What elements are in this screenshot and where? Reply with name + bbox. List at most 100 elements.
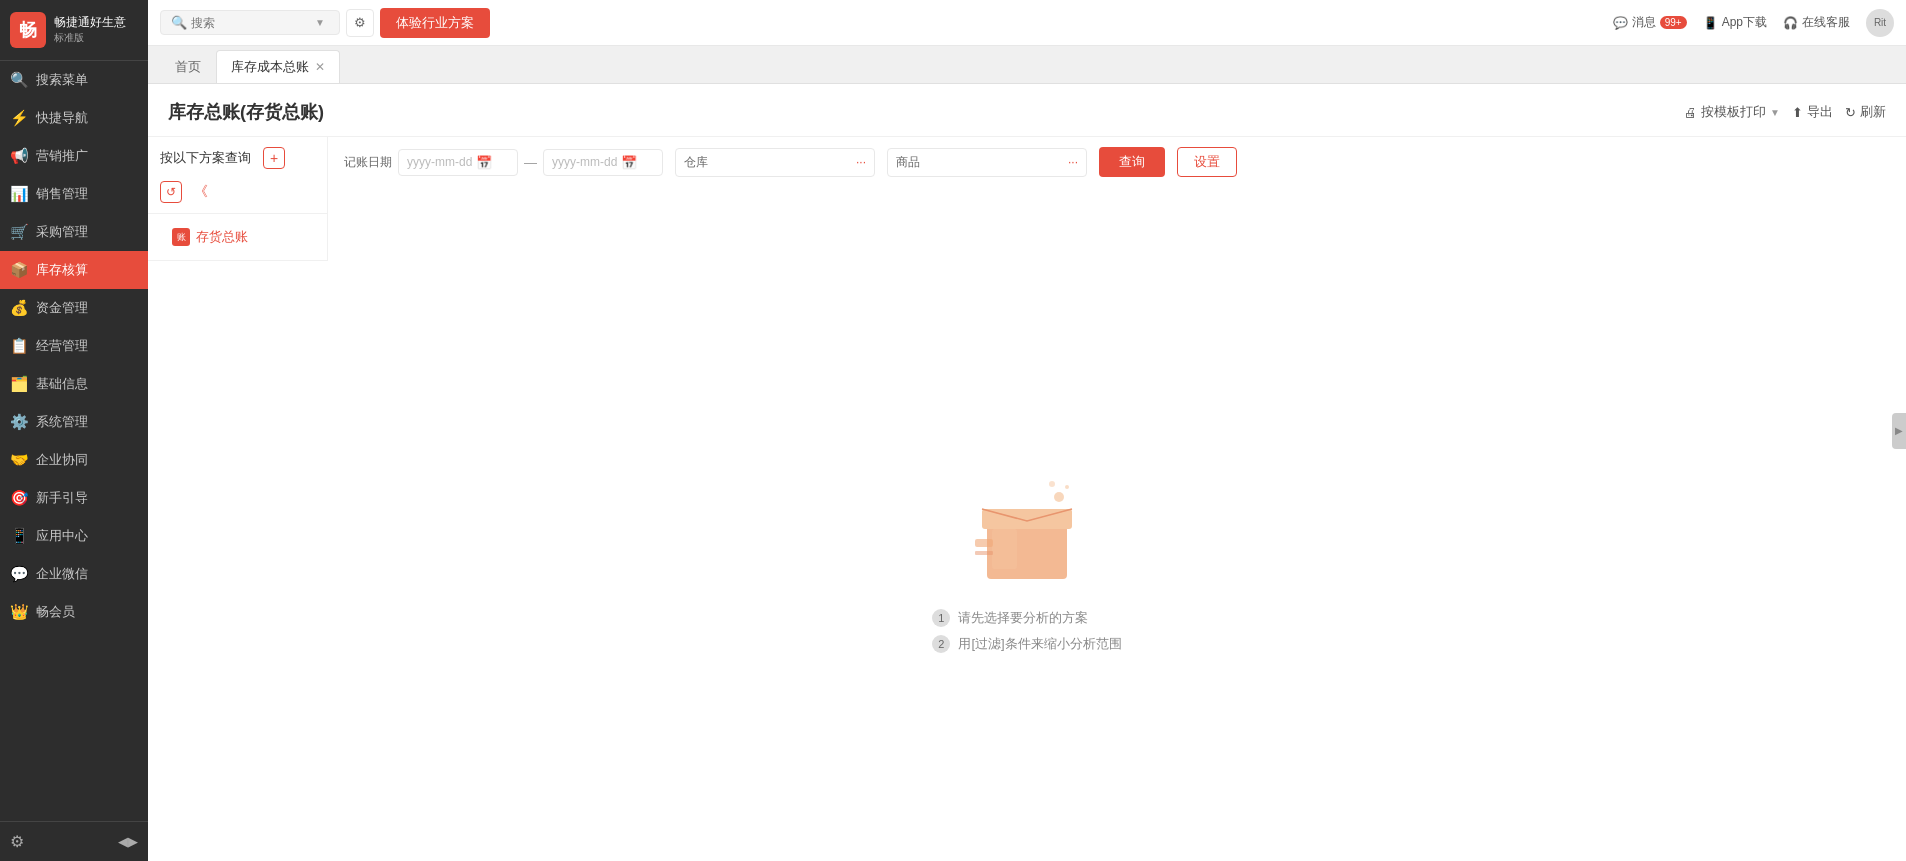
empty-state: 1 请先选择要分析的方案 2 用[过滤]条件来缩小分析范围 <box>148 261 1906 861</box>
query-button[interactable]: 查询 <box>1099 147 1165 177</box>
topbar-search-input[interactable] <box>191 16 311 30</box>
dropdown-print-icon[interactable]: ▼ <box>1770 107 1780 118</box>
lightning-icon: ⚡ <box>10 109 28 127</box>
wechat-icon: 💬 <box>10 565 28 583</box>
export-label: 导出 <box>1807 103 1833 121</box>
tip-text-1: 请先选择要分析的方案 <box>958 609 1088 627</box>
enterprise-icon: 🤝 <box>10 451 28 469</box>
dropdown-arrow-icon[interactable]: ▼ <box>315 17 325 28</box>
tip-text-2: 用[过滤]条件来缩小分析范围 <box>958 635 1121 653</box>
sidebar-item-finance[interactable]: 💰 资金管理 <box>0 289 148 327</box>
sidebar-item-label: 搜索菜单 <box>36 71 88 89</box>
sales-icon: 📊 <box>10 185 28 203</box>
export-button[interactable]: ⬆ 导出 <box>1792 103 1833 121</box>
warehouse-more-icon[interactable]: ··· <box>856 155 866 169</box>
topbar: 🔍 ▼ ⚙ 体验行业方案 💬 消息 99+ 📱 App下载 🎧 在线客服 <box>148 0 1906 46</box>
filter-fields: 记账日期 yyyy-mm-dd 📅 — yyyy-mm-dd 📅 <box>328 137 1906 261</box>
topbar-right: 💬 消息 99+ 📱 App下载 🎧 在线客服 Rit <box>1613 9 1894 37</box>
right-panel-toggle[interactable]: ▶ <box>1892 413 1906 449</box>
refresh-button[interactable]: ↻ 刷新 <box>1845 103 1886 121</box>
sidebar-item-quicknav[interactable]: ⚡ 快捷导航 <box>0 99 148 137</box>
app-download-button[interactable]: 📱 App下载 <box>1703 14 1767 31</box>
date-start-input[interactable]: yyyy-mm-dd 📅 <box>398 149 518 176</box>
sidebar-item-purchase[interactable]: 🛒 采购管理 <box>0 213 148 251</box>
date-end-input[interactable]: yyyy-mm-dd 📅 <box>543 149 663 176</box>
print-template-button[interactable]: 🖨 按模板打印 ▼ <box>1684 103 1780 121</box>
sidebar-item-label: 营销推广 <box>36 147 88 165</box>
content-area: 库存总账(存货总账) 🖨 按模板打印 ▼ ⬆ 导出 ↻ 刷新 <box>148 84 1906 861</box>
logo-badge: 标准版 <box>54 31 126 45</box>
sidebar-item-label: 库存核算 <box>36 261 88 279</box>
sidebar-item-enterprise[interactable]: 🤝 企业协同 <box>0 441 148 479</box>
operations-icon: 📋 <box>10 337 28 355</box>
calendar-end-icon: 📅 <box>621 155 637 170</box>
tab-close-icon[interactable]: ✕ <box>315 60 325 74</box>
online-service-label: 在线客服 <box>1802 14 1850 31</box>
tab-inventory-ledger[interactable]: 库存成本总账 ✕ <box>216 50 340 83</box>
guide-icon: 🎯 <box>10 489 28 507</box>
filter-label: 按以下方案查询 <box>160 149 251 167</box>
date-start-placeholder: yyyy-mm-dd <box>407 155 472 169</box>
sidebar-item-label: 畅会员 <box>36 603 75 621</box>
filter-fields-row: 记账日期 yyyy-mm-dd 📅 — yyyy-mm-dd 📅 <box>344 147 1890 177</box>
sidebar-item-label: 企业微信 <box>36 565 88 583</box>
sidebar-item-newguide[interactable]: 🎯 新手引导 <box>0 479 148 517</box>
schema-list: 账 存货总账 <box>148 214 327 261</box>
filter-collapse-button[interactable]: 《 <box>194 183 208 201</box>
sidebar-logo: 畅 畅捷通好生意 标准版 <box>0 0 148 61</box>
sidebar-item-marketing[interactable]: 📢 营销推广 <box>0 137 148 175</box>
sidebar-item-member[interactable]: 👑 畅会员 <box>0 593 148 631</box>
system-icon: ⚙️ <box>10 413 28 431</box>
message-icon: 💬 <box>1613 16 1628 30</box>
filter-row: 按以下方案查询 + ↺ 《 <box>160 147 315 203</box>
online-service-button[interactable]: 🎧 在线客服 <box>1783 14 1850 31</box>
gear-icon: ⚙ <box>354 15 366 30</box>
topbar-search-area[interactable]: 🔍 ▼ <box>160 10 340 35</box>
schema-item-label: 存货总账 <box>196 228 248 246</box>
logo-text: 畅捷通好生意 <box>54 15 126 31</box>
sidebar-item-label: 企业协同 <box>36 451 88 469</box>
settings-button[interactable]: 设置 <box>1177 147 1237 177</box>
warehouse-select[interactable]: 仓库 ··· <box>675 148 875 177</box>
sidebar-item-system[interactable]: ⚙️ 系统管理 <box>0 403 148 441</box>
user-name: Rit <box>1874 17 1886 28</box>
inventory-icon: 📦 <box>10 261 28 279</box>
schema-panel: 按以下方案查询 + ↺ 《 账 存货总账 <box>148 137 328 261</box>
sidebar-item-appcenter[interactable]: 📱 应用中心 <box>0 517 148 555</box>
sidebar-item-sales[interactable]: 📊 销售管理 <box>0 175 148 213</box>
page-header: 库存总账(存货总账) 🖨 按模板打印 ▼ ⬆ 导出 ↻ 刷新 <box>148 84 1906 137</box>
sidebar-nav: 🔍 搜索菜单 ⚡ 快捷导航 📢 营销推广 📊 销售管理 🛒 采购管理 📦 库存核… <box>0 61 148 821</box>
goods-select[interactable]: 商品 ··· <box>887 148 1087 177</box>
sidebar-item-search[interactable]: 🔍 搜索菜单 <box>0 61 148 99</box>
sidebar-item-operations[interactable]: 📋 经营管理 <box>0 327 148 365</box>
sidebar-item-label: 销售管理 <box>36 185 88 203</box>
sidebar-item-corpwechat[interactable]: 💬 企业微信 <box>0 555 148 593</box>
topbar-gear-button[interactable]: ⚙ <box>346 9 374 37</box>
service-icon: 🎧 <box>1783 16 1798 30</box>
svg-point-5 <box>1065 485 1069 489</box>
refresh-icon: ↻ <box>1845 105 1856 120</box>
tip-num-1: 1 <box>932 609 950 627</box>
date-range-group: 记账日期 yyyy-mm-dd 📅 — yyyy-mm-dd 📅 <box>344 149 663 176</box>
filter-add-button[interactable]: + <box>263 147 285 169</box>
goods-more-icon[interactable]: ··· <box>1068 155 1078 169</box>
sidebar-item-label: 新手引导 <box>36 489 88 507</box>
sidebar-item-label: 系统管理 <box>36 413 88 431</box>
message-button[interactable]: 💬 消息 99+ <box>1613 14 1687 31</box>
page-title: 库存总账(存货总账) <box>168 100 324 124</box>
mobile-icon: 📱 <box>1703 16 1718 30</box>
filter-reset-button[interactable]: ↺ <box>160 181 182 203</box>
user-avatar[interactable]: Rit <box>1866 9 1894 37</box>
industry-solution-button[interactable]: 体验行业方案 <box>380 8 490 38</box>
date-end-placeholder: yyyy-mm-dd <box>552 155 617 169</box>
collapse-icon[interactable]: ◀▶ <box>118 834 138 849</box>
settings-icon[interactable]: ⚙ <box>10 832 24 851</box>
sidebar-item-basic[interactable]: 🗂️ 基础信息 <box>0 365 148 403</box>
schema-item[interactable]: 账 存货总账 <box>164 222 311 252</box>
print-template-label: 按模板打印 <box>1701 103 1766 121</box>
sidebar-item-inventory[interactable]: 📦 库存核算 <box>0 251 148 289</box>
tabs-bar: 首页 库存成本总账 ✕ <box>148 46 1906 84</box>
sidebar-item-label: 经营管理 <box>36 337 88 355</box>
tab-home[interactable]: 首页 <box>160 50 216 83</box>
empty-illustration <box>967 469 1087 589</box>
